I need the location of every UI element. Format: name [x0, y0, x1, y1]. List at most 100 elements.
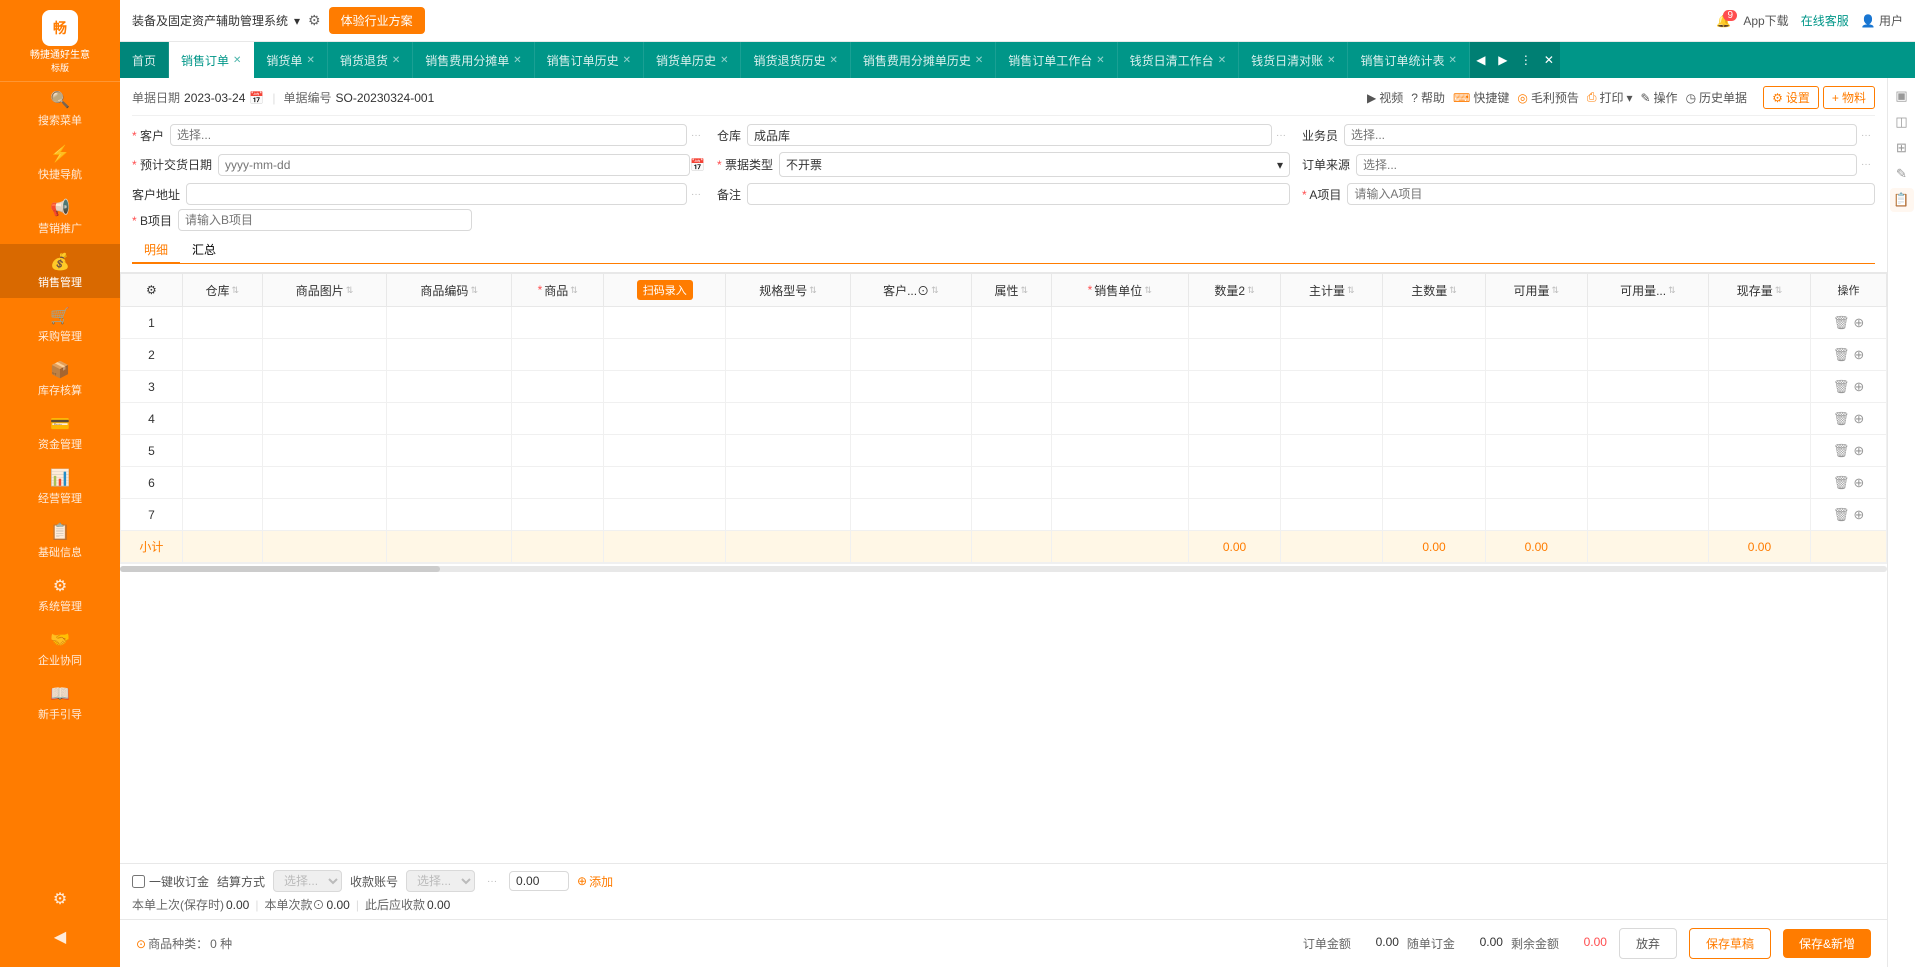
sidebar-collapse[interactable]: ◀ — [0, 919, 120, 957]
save-draft-button[interactable]: 保存草稿 — [1689, 928, 1771, 959]
tab-next-button[interactable]: ▶ — [1492, 42, 1514, 78]
delete-icon[interactable]: 🗑 — [1833, 475, 1850, 491]
profit-preview-btn[interactable]: ◎ 毛利预告 — [1517, 89, 1579, 106]
settle-method-select[interactable]: 选择... — [273, 870, 342, 892]
right-panel-item-3[interactable]: ⊞ — [1890, 136, 1914, 160]
calendar-icon[interactable]: 📅 — [249, 91, 264, 105]
solution-button[interactable]: 体验行业方案 — [329, 7, 425, 34]
b-project-input[interactable] — [178, 209, 472, 231]
remark-input[interactable] — [747, 183, 1290, 205]
video-help-btn[interactable]: ▶ 视频 — [1367, 89, 1403, 106]
delete-icon[interactable]: 🗑 — [1833, 443, 1850, 459]
tab-close-daily-workbench[interactable]: ✕ — [1218, 55, 1226, 66]
salesperson-more-icon[interactable]: ··· — [1857, 130, 1875, 141]
delete-icon[interactable]: 🗑 — [1833, 379, 1850, 395]
tab-close-order-history[interactable]: ✕ — [623, 55, 631, 66]
delete-icon[interactable]: 🗑 — [1833, 347, 1850, 363]
right-panel-item-5[interactable]: 📋 — [1890, 188, 1914, 212]
customer-input[interactable] — [170, 124, 687, 146]
notification-bell[interactable]: 🔔 9 — [1716, 14, 1731, 28]
tab-home[interactable]: 首页 — [120, 42, 169, 78]
delete-icon[interactable]: 🗑 — [1833, 507, 1850, 523]
tab-sales-invoice[interactable]: 销货单 ✕ — [254, 42, 327, 78]
shortcut-btn[interactable]: ⌨ 快捷键 — [1453, 89, 1509, 106]
history-btn[interactable]: ◷ 历史单据 — [1686, 89, 1748, 106]
sidebar-item-search[interactable]: 🔍 搜索菜单 — [0, 82, 120, 136]
account-select[interactable]: 选择... — [406, 870, 475, 892]
system-selector[interactable]: 装备及固定资产辅助管理系统 ▾ — [132, 12, 300, 29]
settings-button[interactable]: ⚙ 设置 — [1763, 86, 1819, 109]
warehouse-input[interactable] — [747, 124, 1272, 146]
tab-order-history[interactable]: 销售订单历史 ✕ — [535, 42, 644, 78]
one-click-collect-label[interactable]: 一键收订金 — [132, 873, 209, 890]
tab-close-expense[interactable]: ✕ — [513, 55, 521, 66]
delete-icon[interactable]: 🗑 — [1833, 411, 1850, 427]
tab-statistics[interactable]: 销售订单统计表 ✕ — [1348, 42, 1469, 78]
delete-icon[interactable]: 🗑 — [1833, 315, 1850, 331]
tab-close-order-workbench[interactable]: ✕ — [1096, 55, 1104, 66]
tab-return[interactable]: 销货退货 ✕ — [328, 42, 413, 78]
sidebar-item-inventory[interactable]: 📦 库存核算 — [0, 352, 120, 406]
customer-addr-input[interactable] — [186, 183, 687, 205]
right-panel-item-4[interactable]: ✎ — [1890, 162, 1914, 186]
th-spec[interactable]: 规格型号⇅ — [726, 274, 851, 307]
salesperson-input[interactable] — [1344, 124, 1857, 146]
sidebar-settings[interactable]: ⚙ — [0, 881, 120, 919]
tab-close-return-history[interactable]: ✕ — [829, 55, 837, 66]
addr-more-icon[interactable]: ··· — [687, 189, 705, 200]
account-more-icon[interactable]: ··· — [483, 876, 501, 887]
sidebar-item-marketing[interactable]: 📢 营销推广 — [0, 190, 120, 244]
sidebar-item-guide[interactable]: 📖 新手引导 — [0, 676, 120, 730]
help-btn[interactable]: ? 帮助 — [1411, 89, 1445, 106]
user-avatar[interactable]: 👤 用户 — [1861, 12, 1903, 29]
amount-input[interactable] — [509, 871, 569, 891]
th-product-code[interactable]: 商品编码⇅ — [387, 274, 512, 307]
tab-close-reconcile[interactable]: ✕ — [1327, 55, 1335, 66]
copy-icon[interactable]: ⊕ — [1853, 315, 1864, 331]
order-source-input[interactable] — [1356, 154, 1857, 176]
copy-icon[interactable]: ⊕ — [1853, 411, 1864, 427]
th-product[interactable]: *商品⇅ — [512, 274, 604, 307]
one-click-checkbox[interactable] — [132, 875, 145, 888]
th-main-unit[interactable]: 主计量⇅ — [1281, 274, 1383, 307]
tab-close-sales-invoice[interactable]: ✕ — [306, 55, 314, 66]
th-product-img[interactable]: 商品图片⇅ — [262, 274, 387, 307]
sidebar-item-basic[interactable]: 📋 基础信息 — [0, 514, 120, 568]
operation-btn[interactable]: ✎ 操作 — [1640, 89, 1677, 106]
sidebar-item-operations[interactable]: 📊 经营管理 — [0, 460, 120, 514]
th-current-qty[interactable]: 现存量⇅ — [1708, 274, 1810, 307]
copy-icon[interactable]: ⊕ — [1853, 379, 1864, 395]
tab-summary[interactable]: 汇总 — [180, 237, 228, 264]
th-main-qty[interactable]: 主数量⇅ — [1383, 274, 1485, 307]
customer-more-icon[interactable]: ··· — [687, 130, 705, 141]
online-service-link[interactable]: 在线客服 — [1801, 12, 1849, 29]
add-collect-btn[interactable]: ⊕ 添加 — [577, 873, 613, 890]
sidebar-item-purchase[interactable]: 🛒 采购管理 — [0, 298, 120, 352]
delivery-calendar-icon[interactable]: 📅 — [690, 158, 705, 172]
sidebar-item-quicknav[interactable]: ⚡ 快捷导航 — [0, 136, 120, 190]
tab-more-button[interactable]: ⋮ — [1514, 42, 1538, 78]
add-items-button[interactable]: + 物料 — [1823, 86, 1875, 109]
tab-expense[interactable]: 销售费用分摊单 ✕ — [413, 42, 534, 78]
copy-icon[interactable]: ⊕ — [1853, 347, 1864, 363]
settings-icon[interactable]: ⚙ — [308, 12, 321, 29]
tab-return-history[interactable]: 销货退货历史 ✕ — [741, 42, 850, 78]
tab-order-workbench[interactable]: 销售订单工作台 ✕ — [996, 42, 1117, 78]
copy-icon[interactable]: ⊕ — [1853, 507, 1864, 523]
tab-expense-history[interactable]: 销售费用分摊单历史 ✕ — [851, 42, 996, 78]
th-scan[interactable]: 扫码录入 — [604, 274, 726, 307]
th-attribute[interactable]: 属性⇅ — [971, 274, 1051, 307]
a-project-input[interactable] — [1347, 183, 1875, 205]
save-new-button[interactable]: 保存&新增 — [1783, 929, 1871, 958]
tab-reconcile[interactable]: 钱货日清对账 ✕ — [1239, 42, 1348, 78]
delivery-input[interactable] — [218, 154, 690, 176]
th-avail-more[interactable]: 可用量...⇅ — [1587, 274, 1708, 307]
tab-daily-workbench[interactable]: 钱货日清工作台 ✕ — [1118, 42, 1239, 78]
tab-close-statistics[interactable]: ✕ — [1449, 55, 1457, 66]
copy-icon[interactable]: ⊕ — [1853, 475, 1864, 491]
copy-icon[interactable]: ⊕ — [1853, 443, 1864, 459]
horizontal-scrollbar[interactable] — [120, 566, 1887, 572]
ticket-select[interactable]: 不开票 ▾ — [779, 152, 1290, 177]
th-customer-code[interactable]: 客户...⊙⇅ — [850, 274, 971, 307]
th-settings[interactable]: ⚙ — [121, 274, 183, 307]
